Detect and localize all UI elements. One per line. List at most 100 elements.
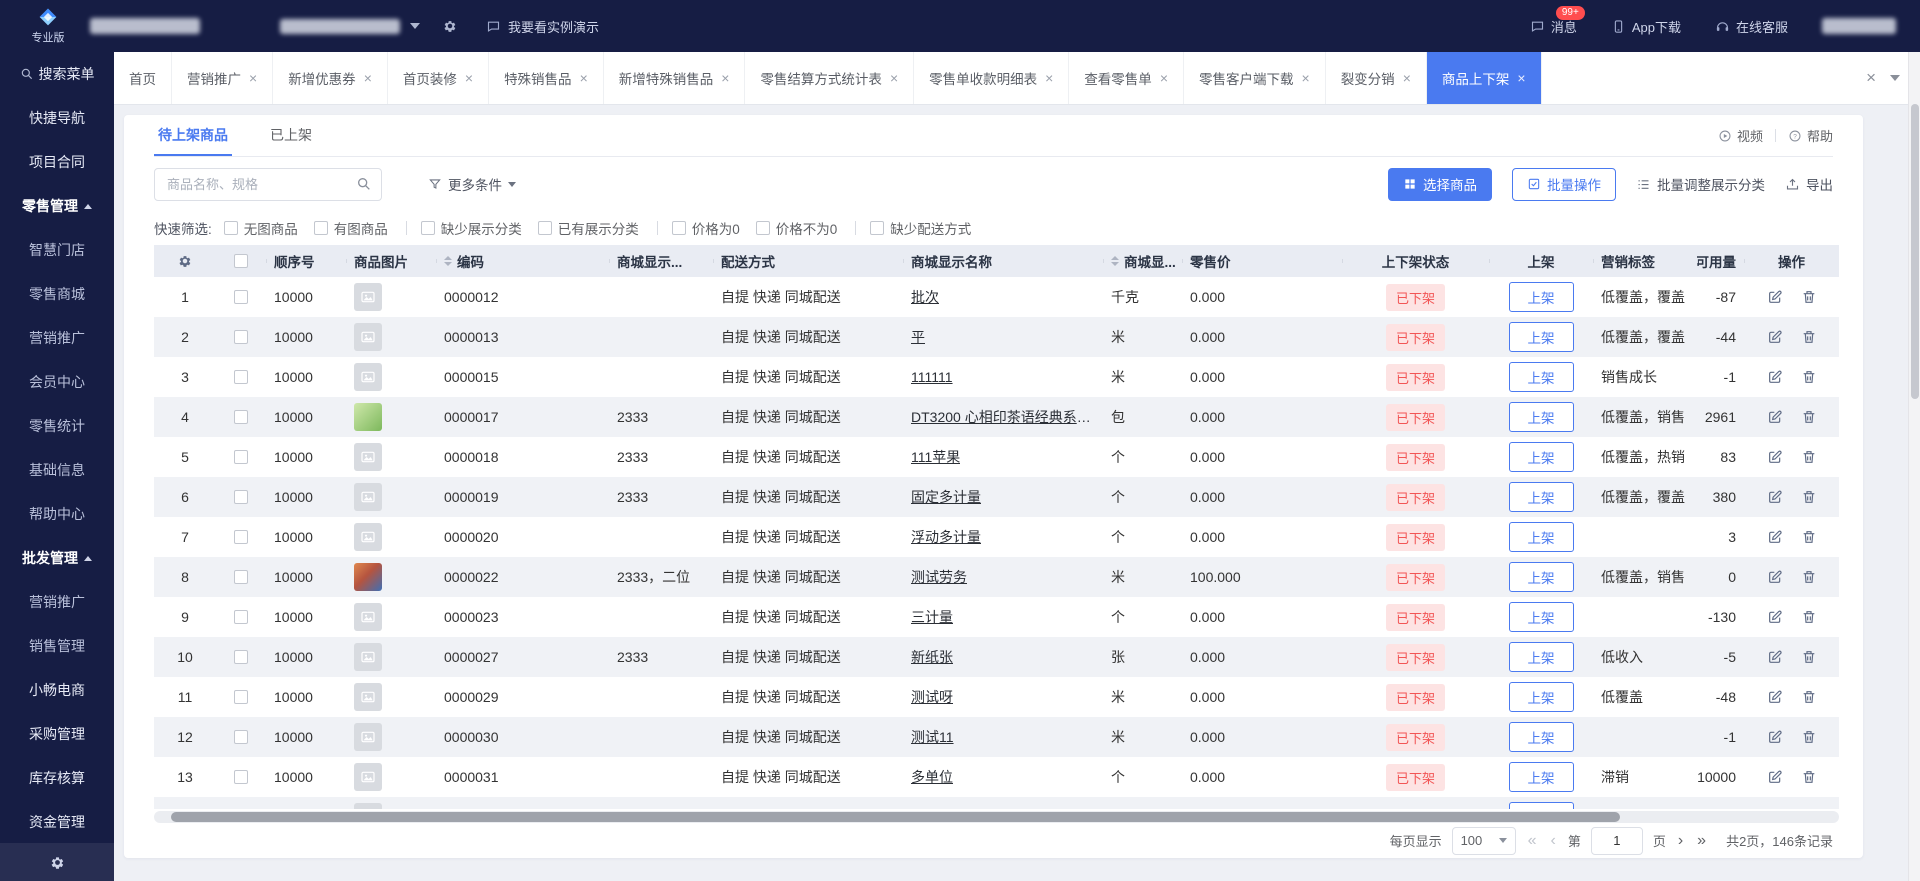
edit-icon[interactable] bbox=[1767, 289, 1783, 305]
select-all-checkbox[interactable] bbox=[234, 254, 248, 268]
close-icon[interactable]: × bbox=[249, 71, 257, 85]
list-product-button[interactable]: 上架 bbox=[1508, 442, 1574, 472]
list-product-button[interactable]: 上架 bbox=[1508, 282, 1574, 312]
sidebar-item-12[interactable]: 营销推广 bbox=[0, 580, 114, 624]
close-icon[interactable]: × bbox=[890, 71, 898, 85]
row-checkbox[interactable] bbox=[234, 530, 248, 544]
list-product-button[interactable]: 上架 bbox=[1508, 762, 1574, 792]
list-product-button[interactable]: 上架 bbox=[1508, 722, 1574, 752]
help-link[interactable]: 帮助 bbox=[1788, 126, 1833, 145]
row-checkbox[interactable] bbox=[234, 370, 248, 384]
row-checkbox[interactable] bbox=[234, 730, 248, 744]
product-name-link[interactable]: 固定多计量 bbox=[911, 487, 981, 507]
close-icon[interactable]: × bbox=[465, 71, 473, 85]
window-tab-1[interactable]: 营销推广 × bbox=[172, 52, 274, 104]
close-icon[interactable]: × bbox=[1403, 71, 1411, 85]
edit-icon[interactable] bbox=[1767, 689, 1783, 705]
column-header-settings[interactable] bbox=[154, 253, 216, 269]
checkbox[interactable] bbox=[313, 221, 328, 235]
edit-icon[interactable] bbox=[1767, 609, 1783, 625]
column-header-unit[interactable]: 商城显... bbox=[1103, 251, 1182, 271]
quick-filter-3[interactable]: 已有展示分类 bbox=[537, 218, 639, 238]
edit-icon[interactable] bbox=[1767, 409, 1783, 425]
list-product-button[interactable]: 上架 bbox=[1508, 482, 1574, 512]
close-tabs-button[interactable]: × bbox=[1866, 68, 1876, 88]
row-checkbox[interactable] bbox=[234, 290, 248, 304]
product-image[interactable] bbox=[354, 643, 382, 671]
quick-filter-0[interactable]: 无图商品 bbox=[223, 218, 298, 238]
edit-icon[interactable] bbox=[1767, 449, 1783, 465]
delete-icon[interactable] bbox=[1801, 329, 1817, 345]
sidebar-item-10[interactable]: 帮助中心 bbox=[0, 492, 114, 536]
row-checkbox[interactable] bbox=[234, 570, 248, 584]
last-page-button[interactable]: » bbox=[1695, 832, 1708, 849]
more-filters-button[interactable]: 更多条件 bbox=[428, 174, 516, 194]
column-header-seq[interactable]: 顺序号 bbox=[266, 251, 346, 271]
settings-gear-icon[interactable] bbox=[442, 18, 458, 34]
product-image[interactable] bbox=[354, 723, 382, 751]
window-tab-10[interactable]: 裂变分销 × bbox=[1326, 52, 1427, 104]
product-name-link[interactable]: 平 bbox=[911, 327, 925, 347]
sidebar-item-0[interactable]: 搜索菜单 bbox=[0, 52, 114, 96]
sidebar-item-14[interactable]: 小畅电商 bbox=[0, 668, 114, 712]
sidebar-item-11[interactable]: 批发管理 bbox=[0, 536, 114, 580]
column-header-qty[interactable]: 可用量 bbox=[1697, 251, 1744, 271]
column-header-ops[interactable]: 操作 bbox=[1744, 251, 1839, 271]
product-image[interactable] bbox=[354, 483, 382, 511]
list-product-button[interactable]: 上架 bbox=[1508, 802, 1574, 809]
list-product-button[interactable]: 上架 bbox=[1508, 322, 1574, 352]
sidebar-item-8[interactable]: 零售统计 bbox=[0, 404, 114, 448]
product-image[interactable] bbox=[354, 563, 382, 591]
window-tab-5[interactable]: 新增特殊销售品 × bbox=[604, 52, 746, 104]
row-checkbox[interactable] bbox=[234, 690, 248, 704]
checkbox[interactable] bbox=[537, 221, 552, 235]
messages-button[interactable]: 消息 99+ bbox=[1530, 5, 1585, 36]
app-download-button[interactable]: App下载 bbox=[1611, 17, 1681, 36]
product-image[interactable] bbox=[354, 683, 382, 711]
sidebar-item-4[interactable]: 智慧门店 bbox=[0, 228, 114, 272]
product-name-link[interactable]: 测试劳务 bbox=[911, 567, 967, 587]
product-name-link[interactable]: 批次 bbox=[911, 287, 939, 307]
column-header-display[interactable]: 商城显示... bbox=[609, 251, 713, 271]
delete-icon[interactable] bbox=[1801, 529, 1817, 545]
delete-icon[interactable] bbox=[1801, 729, 1817, 745]
select-products-button[interactable]: 选择商品 bbox=[1388, 167, 1492, 201]
checkbox[interactable] bbox=[870, 221, 885, 235]
quick-filter-2[interactable]: 缺少展示分类 bbox=[420, 218, 522, 238]
page-input[interactable] bbox=[1590, 826, 1643, 855]
window-tab-8[interactable]: 查看零售单 × bbox=[1069, 52, 1184, 104]
sidebar-item-6[interactable]: 营销推广 bbox=[0, 316, 114, 360]
row-checkbox[interactable] bbox=[234, 610, 248, 624]
list-product-button[interactable]: 上架 bbox=[1508, 362, 1574, 392]
window-tab-3[interactable]: 首页装修 × bbox=[388, 52, 490, 104]
org-switcher[interactable] bbox=[280, 18, 420, 34]
export-button[interactable]: 导出 bbox=[1785, 174, 1833, 194]
close-icon[interactable]: × bbox=[1517, 71, 1525, 85]
sidebar-item-16[interactable]: 库存核算 bbox=[0, 756, 114, 800]
column-header-tags[interactable]: 营销标签 bbox=[1593, 251, 1697, 271]
checkbox[interactable] bbox=[420, 221, 435, 235]
edit-icon[interactable] bbox=[1767, 529, 1783, 545]
next-page-button[interactable]: › bbox=[1676, 832, 1685, 849]
product-image[interactable] bbox=[354, 603, 382, 631]
column-header-check[interactable] bbox=[216, 254, 266, 268]
product-name-link[interactable]: 三计量 bbox=[911, 607, 953, 627]
product-image[interactable] bbox=[354, 523, 382, 551]
edit-icon[interactable] bbox=[1767, 369, 1783, 385]
close-icon[interactable]: × bbox=[721, 71, 729, 85]
product-name-link[interactable]: 111111 bbox=[911, 369, 953, 385]
close-icon[interactable]: × bbox=[364, 71, 372, 85]
window-tab-4[interactable]: 特殊销售品 × bbox=[489, 52, 604, 104]
edit-icon[interactable] bbox=[1767, 489, 1783, 505]
row-checkbox[interactable] bbox=[234, 490, 248, 504]
sort-icon[interactable] bbox=[1111, 256, 1119, 266]
checkbox[interactable] bbox=[223, 221, 238, 235]
prev-page-button[interactable]: ‹ bbox=[1548, 832, 1557, 849]
row-checkbox[interactable] bbox=[234, 450, 248, 464]
delete-icon[interactable] bbox=[1801, 449, 1817, 465]
support-button[interactable]: 在线客服 bbox=[1715, 17, 1788, 36]
column-header-image[interactable]: 商品图片 bbox=[346, 251, 436, 271]
tab-menu-chevron-icon[interactable] bbox=[1890, 75, 1900, 81]
product-name-link[interactable]: 111苹果 bbox=[911, 447, 960, 467]
sidebar-item-1[interactable]: 快捷导航 bbox=[0, 96, 114, 140]
